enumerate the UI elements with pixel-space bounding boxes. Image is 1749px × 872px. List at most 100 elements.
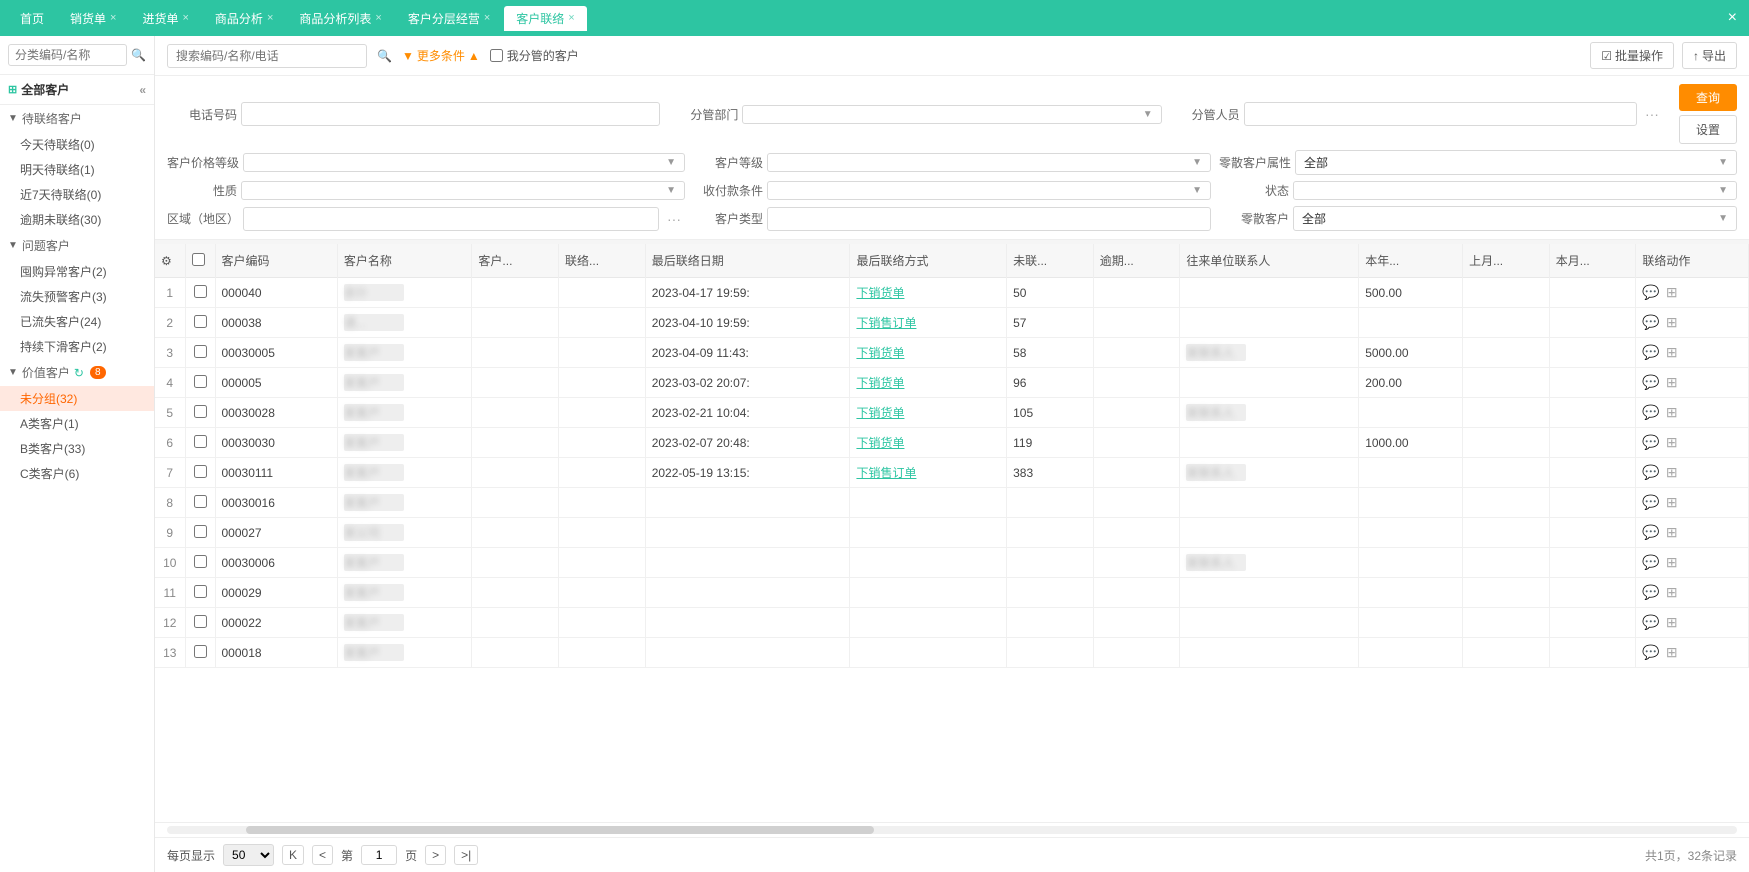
export-button[interactable]: ↑ 导出: [1682, 42, 1737, 69]
message-icon[interactable]: 💬: [1642, 644, 1659, 661]
more-conditions-button[interactable]: ▼ 更多条件 ▲: [402, 47, 480, 64]
tab-customer-contact[interactable]: 客户联络 ×: [504, 6, 586, 31]
payment-select[interactable]: ▼: [767, 181, 1211, 200]
row-checkbox[interactable]: [194, 315, 207, 328]
region-input[interactable]: [243, 207, 659, 231]
last-page-button[interactable]: >|: [454, 845, 478, 865]
refresh-icon[interactable]: ↻: [74, 366, 84, 380]
row-checkbox-cell[interactable]: [185, 428, 215, 458]
close-all-tabs-button[interactable]: ×: [1724, 5, 1741, 31]
collapse-icon[interactable]: «: [139, 83, 146, 97]
close-icon[interactable]: ×: [375, 12, 381, 24]
grid-action-icon[interactable]: ⊞: [1666, 554, 1678, 571]
row-checkbox[interactable]: [194, 435, 207, 448]
sidebar-item-all-customers[interactable]: ⊞ 全部客户 «: [0, 75, 154, 105]
message-icon[interactable]: 💬: [1642, 344, 1659, 361]
tab-sales-order[interactable]: 销货单 ×: [58, 6, 128, 31]
message-icon[interactable]: 💬: [1642, 434, 1659, 451]
last-method-link[interactable]: 下销货单: [856, 406, 904, 420]
row-checkbox[interactable]: [194, 495, 207, 508]
prev-page-button[interactable]: <: [312, 845, 333, 865]
close-icon[interactable]: ×: [267, 12, 273, 24]
col-settings[interactable]: ⚙: [155, 244, 185, 278]
status-select[interactable]: ▼: [1293, 181, 1737, 200]
row-checkbox[interactable]: [194, 465, 207, 478]
phone-input[interactable]: [241, 102, 660, 126]
grid-action-icon[interactable]: ⊞: [1666, 344, 1678, 361]
close-icon[interactable]: ×: [484, 12, 490, 24]
page-size-select[interactable]: 50 20 100: [223, 844, 274, 866]
ellipsis-icon[interactable]: ···: [663, 211, 685, 227]
scatter-customer-select[interactable]: 全部 ▼: [1293, 206, 1737, 231]
sidebar-item-churned[interactable]: 已流失客户(24): [0, 309, 154, 334]
sidebar-group-pending-contact[interactable]: ▼ 待联络客户: [0, 105, 154, 132]
close-icon[interactable]: ×: [182, 12, 188, 24]
close-icon[interactable]: ×: [568, 12, 574, 24]
query-button[interactable]: 查询: [1679, 84, 1737, 111]
row-checkbox[interactable]: [194, 585, 207, 598]
message-icon[interactable]: 💬: [1642, 584, 1659, 601]
select-all-checkbox[interactable]: [192, 253, 205, 266]
sidebar-item-unclassified[interactable]: 未分组(32): [0, 386, 154, 411]
sidebar-item-churn-warning[interactable]: 流失预警客户(3): [0, 284, 154, 309]
row-checkbox-cell[interactable]: [185, 278, 215, 308]
sidebar-item-7days-pending[interactable]: 近7天待联络(0): [0, 182, 154, 207]
row-checkbox[interactable]: [194, 375, 207, 388]
sidebar-item-class-b[interactable]: B类客户(33): [0, 436, 154, 461]
next-page-button[interactable]: >: [425, 845, 446, 865]
message-icon[interactable]: 💬: [1642, 494, 1659, 511]
customer-type-input[interactable]: [767, 207, 1211, 231]
grid-action-icon[interactable]: ⊞: [1666, 644, 1678, 661]
last-method-link[interactable]: 下销货单: [856, 376, 904, 390]
row-checkbox-cell[interactable]: [185, 518, 215, 548]
last-method-link[interactable]: 下销货单: [856, 436, 904, 450]
message-icon[interactable]: 💬: [1642, 614, 1659, 631]
row-checkbox[interactable]: [194, 285, 207, 298]
grid-action-icon[interactable]: ⊞: [1666, 494, 1678, 511]
search-icon[interactable]: 🔍: [131, 48, 146, 62]
grid-action-icon[interactable]: ⊞: [1666, 314, 1678, 331]
grid-action-icon[interactable]: ⊞: [1666, 524, 1678, 541]
grid-action-icon[interactable]: ⊞: [1666, 584, 1678, 601]
grid-action-icon[interactable]: ⊞: [1666, 374, 1678, 391]
grid-action-icon[interactable]: ⊞: [1666, 404, 1678, 421]
category-search-input[interactable]: [8, 44, 127, 66]
sidebar-item-class-c[interactable]: C类客户(6): [0, 461, 154, 486]
row-checkbox-cell[interactable]: [185, 638, 215, 668]
row-checkbox-cell[interactable]: [185, 398, 215, 428]
sidebar-item-overdue-contact[interactable]: 逾期未联络(30): [0, 207, 154, 232]
row-checkbox-cell[interactable]: [185, 548, 215, 578]
col-checkbox[interactable]: [185, 244, 215, 278]
sidebar-item-declining[interactable]: 持续下滑客户(2): [0, 334, 154, 359]
last-method-link[interactable]: 下销售订单: [856, 466, 916, 480]
row-checkbox-cell[interactable]: [185, 458, 215, 488]
row-checkbox[interactable]: [194, 645, 207, 658]
row-checkbox-cell[interactable]: [185, 608, 215, 638]
last-method-link[interactable]: 下销售订单: [856, 316, 916, 330]
tab-product-analysis[interactable]: 商品分析 ×: [203, 6, 285, 31]
batch-operation-button[interactable]: ☑ 批量操作: [1590, 42, 1674, 69]
sidebar-group-problem-customers[interactable]: ▼ 问题客户: [0, 232, 154, 259]
message-icon[interactable]: 💬: [1642, 374, 1659, 391]
message-icon[interactable]: 💬: [1642, 314, 1659, 331]
grid-action-icon[interactable]: ⊞: [1666, 434, 1678, 451]
row-checkbox-cell[interactable]: [185, 578, 215, 608]
search-input[interactable]: [167, 44, 367, 68]
person-input[interactable]: [1244, 102, 1637, 126]
tab-home[interactable]: 首页: [8, 6, 56, 31]
close-icon[interactable]: ×: [110, 12, 116, 24]
row-checkbox[interactable]: [194, 405, 207, 418]
sidebar-item-today-pending[interactable]: 今天待联络(0): [0, 132, 154, 157]
gear-icon[interactable]: ⚙: [161, 254, 172, 268]
sidebar-item-abnormal-hoarding[interactable]: 囤购异常客户(2): [0, 259, 154, 284]
nature-select[interactable]: ▼: [241, 181, 685, 200]
tab-product-analysis-list[interactable]: 商品分析列表 ×: [287, 6, 393, 31]
message-icon[interactable]: 💬: [1642, 284, 1659, 301]
message-icon[interactable]: 💬: [1642, 554, 1659, 571]
price-level-select[interactable]: ▼: [243, 153, 685, 172]
row-checkbox-cell[interactable]: [185, 368, 215, 398]
row-checkbox-cell[interactable]: [185, 488, 215, 518]
my-customers-checkbox[interactable]: [490, 49, 503, 62]
message-icon[interactable]: 💬: [1642, 404, 1659, 421]
scatter-attr-select[interactable]: 全部 ▼: [1295, 150, 1737, 175]
